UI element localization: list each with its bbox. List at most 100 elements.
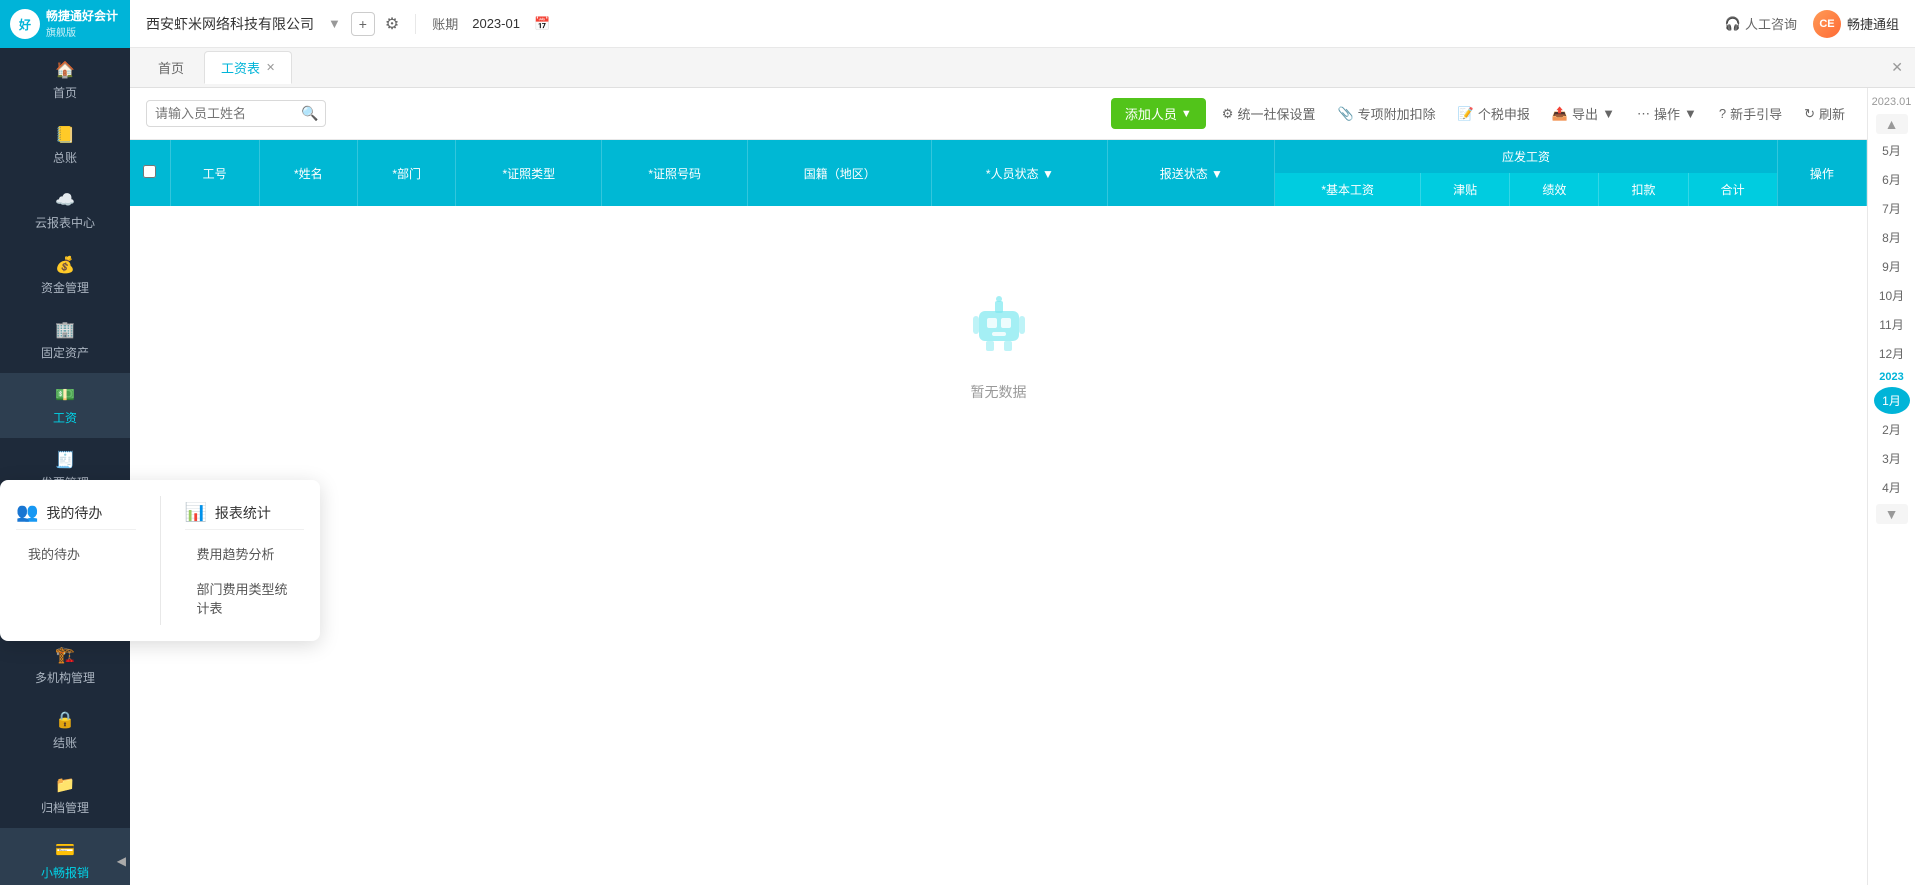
month-7[interactable]: 7月 [1874,195,1910,222]
month-11[interactable]: 11月 [1874,311,1910,338]
fixed-assets-icon: 🏢 [55,320,75,340]
company-name: 西安虾米网络科技有限公司 [146,14,314,34]
status-filter-icon[interactable]: ▼ [1042,167,1054,181]
month-nav-up[interactable]: ▲ [1876,114,1908,134]
sidebar-item-home[interactable]: 🏠 首页 [0,48,130,113]
popup-section2-icon: 📊 [185,502,207,523]
th-allowance: 津贴 [1421,173,1510,206]
empty-text: 暂无数据 [971,382,1027,402]
month-panel: 2023.01 ▲ 5月 6月 7月 8月 9月 10月 11月 12月 202… [1867,88,1915,885]
sidebar-label-close: 结账 [53,734,77,751]
th-checkbox[interactable] [130,140,170,206]
sidebar-label-salary: 工资 [53,409,77,426]
personal-tax-btn[interactable]: 📝 个税申报 [1452,100,1536,127]
popup-item-my-todo[interactable]: 我的待办 [16,536,136,571]
sidebar-item-multi-org[interactable]: 🏗️ 多机构管理 [0,633,130,698]
operation-btn[interactable]: ⋯ 操作 ▼ [1631,100,1703,127]
logo-title: 畅捷通好会计 [46,9,118,25]
support-button[interactable]: 🎧 人工咨询 [1725,14,1797,33]
popup-item-dept-expense-label: 部门费用类型统计表 [197,582,288,616]
th-id-number: *证照号码 [602,140,748,206]
table-header-row1: 工号 *姓名 *部门 *证照类型 *证照号码 国籍（地区） *人员状态 ▼ 报送… [130,140,1867,173]
home-icon: 🏠 [55,60,75,80]
month-9[interactable]: 9月 [1874,253,1910,280]
refresh-btn[interactable]: ↻ 刷新 [1798,100,1851,127]
export-btn[interactable]: 📤 导出 ▼ [1546,100,1621,127]
month-nav-down[interactable]: ▼ [1876,504,1908,524]
tab-home[interactable]: 首页 [142,52,200,83]
sidebar-label-ledger: 总账 [53,149,77,166]
sidebar-nav: 🏠 首页 📒 总账 ☁️ 云报表中心 💰 资金管理 🏢 固定资产 💵 工资 🧾 … [0,48,130,885]
month-4[interactable]: 4月 [1874,474,1910,501]
operation-icon: ⋯ [1637,106,1650,122]
month-2[interactable]: 2月 [1874,416,1910,443]
tab-close-all[interactable]: ✕ [1891,59,1903,76]
th-base-salary: *基本工资 [1275,173,1421,206]
add-person-dropdown-icon: ▼ [1181,108,1192,120]
export-icon: 📤 [1552,106,1568,122]
settings-icon[interactable]: ⚙ [385,14,399,34]
search-icon[interactable]: 🔍 [301,105,318,122]
add-person-label: 添加人员 [1125,104,1177,123]
salary-table: 工号 *姓名 *部门 *证照类型 *证照号码 国籍（地区） *人员状态 ▼ 报送… [130,140,1867,206]
sidebar-item-close[interactable]: 🔒 结账 [0,698,130,763]
company-dropdown-icon[interactable]: ▼ [328,16,341,31]
topbar-add-btn[interactable]: + [351,12,375,36]
sidebar-item-funds[interactable]: 💰 资金管理 [0,243,130,308]
sidebar-label-funds: 资金管理 [41,279,89,296]
social-security-label: 统一社保设置 [1237,104,1315,123]
tab-close-icon[interactable]: ✕ [266,61,275,74]
month-6[interactable]: 6月 [1874,166,1910,193]
salary-icon: 💵 [55,385,75,405]
export-label: 导出 [1572,104,1598,123]
social-security-btn[interactable]: ⚙ 统一社保设置 [1216,100,1322,127]
personal-tax-icon: 📝 [1458,106,1474,122]
sidebar-item-fixed-assets[interactable]: 🏢 固定资产 [0,308,130,373]
select-all-checkbox[interactable] [143,165,156,178]
th-performance: 绩效 [1510,173,1599,206]
calendar-icon[interactable]: 📅 [534,16,550,32]
sidebar-item-xiaochang[interactable]: 💳 小畅报销 ◀ [0,828,130,885]
search-input[interactable] [155,106,295,121]
invoice-icon: 🧾 [55,450,75,470]
user-info[interactable]: CE 畅捷通组 [1813,10,1899,38]
th-nationality: 国籍（地区） [748,140,932,206]
year-column-label: 2023.01 [1872,92,1912,112]
month-10[interactable]: 10月 [1874,282,1910,309]
tab-salary-label: 工资表 [221,58,260,77]
special-deduction-btn[interactable]: 📎 专项附加扣除 [1331,100,1441,127]
th-operation: 操作 [1777,140,1866,206]
logo-sub: 旗舰版 [46,24,118,39]
month-3[interactable]: 3月 [1874,445,1910,472]
table-wrap: 工号 *姓名 *部门 *证照类型 *证照号码 国籍（地区） *人员状态 ▼ 报送… [130,140,1867,885]
add-person-button[interactable]: 添加人员 ▼ [1111,98,1206,129]
operation-dropdown-icon: ▼ [1684,106,1697,121]
tab-salary[interactable]: 工资表 ✕ [204,51,292,84]
report-filter-icon[interactable]: ▼ [1211,167,1223,181]
sidebar-item-salary[interactable]: 💵 工资 [0,373,130,438]
xiaochang-popup: 👥 我的待办 我的待办 📊 报表统计 费用趋势分析 部门费用类型统计表 [0,480,320,641]
headset-icon: 🎧 [1725,16,1741,32]
month-12[interactable]: 12月 [1874,340,1910,367]
popup-item-expense-trend[interactable]: 费用趋势分析 [185,536,305,571]
month-5[interactable]: 5月 [1874,137,1910,164]
guide-btn[interactable]: ? 新手引导 [1713,100,1788,127]
export-dropdown-icon: ▼ [1602,106,1615,121]
sidebar-item-archive[interactable]: 📁 归档管理 [0,763,130,828]
popup-divider [160,496,161,625]
popup-item-dept-expense[interactable]: 部门费用类型统计表 [185,571,305,625]
user-name: 畅捷通组 [1847,14,1899,33]
expand-icon: ◀ [117,854,126,868]
app-logo: 好 畅捷通好会计 旗舰版 [0,0,130,48]
content-area: 🔍 添加人员 ▼ ⚙ 统一社保设置 📎 专项附加扣除 [130,88,1915,885]
month-8[interactable]: 8月 [1874,224,1910,251]
sidebar-item-cloud-report[interactable]: ☁️ 云报表中心 [0,178,130,243]
avatar: CE [1813,10,1841,38]
popup-section1-header: 👥 我的待办 [16,496,136,530]
sidebar-item-ledger[interactable]: 📒 总账 [0,113,130,178]
th-total: 合计 [1688,173,1777,206]
month-1[interactable]: 1月 [1874,387,1910,414]
refresh-label: 刷新 [1819,104,1845,123]
th-salary-group: 应发工资 [1275,140,1777,173]
sidebar-label-xiaochang: 小畅报销 [41,864,89,881]
